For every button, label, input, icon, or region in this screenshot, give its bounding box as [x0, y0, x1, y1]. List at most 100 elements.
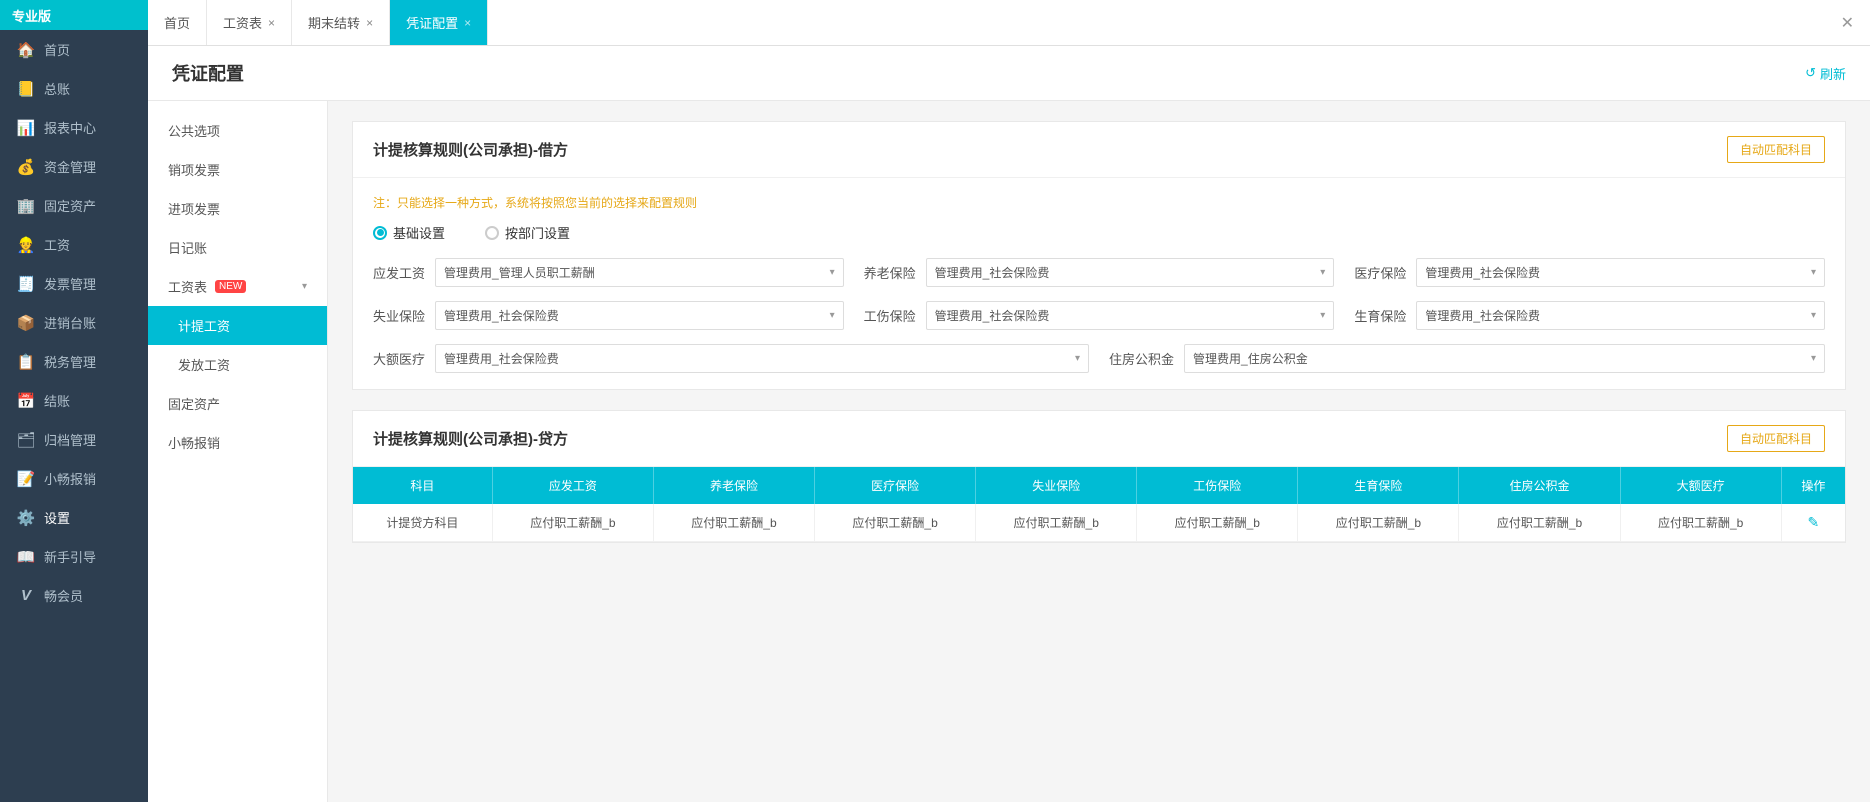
col-subject: 科目 — [353, 467, 492, 504]
left-nav: 公共选项 销项发票 进项发票 日记账 工资表 NEW ▾ 计提工资 — [148, 101, 328, 802]
cell-pension: 应付职工薪酬_b — [653, 504, 814, 542]
cell-medical: 应付职工薪酬_b — [815, 504, 976, 542]
field-unemployment-label: 失业保险 — [373, 306, 425, 325]
field-housing-value: 管理费用_住房公积金 — [1193, 350, 1308, 367]
cell-unemployment: 应付职工薪酬_b — [976, 504, 1137, 542]
vip-icon: V — [16, 587, 36, 604]
field-injury-select[interactable]: 管理费用_社会保险费 ▾ — [926, 301, 1335, 330]
radio-group: 基础设置 按部门设置 — [373, 223, 1825, 242]
home-icon: 🏠 — [16, 41, 36, 59]
field-major-medical: 大额医疗 管理费用_社会保险费 ▾ — [373, 344, 1089, 373]
chevron-down-icon: ▾ — [302, 281, 307, 292]
field-medical: 医疗保险 管理费用_社会保险费 ▾ — [1354, 258, 1825, 287]
sidebar-item-vip[interactable]: V 畅会员 — [0, 576, 148, 615]
sidebar-item-label: 归档管理 — [44, 430, 96, 449]
tab-voucher-config[interactable]: 凭证配置 × — [390, 0, 488, 45]
sidebar-item-xiaochang[interactable]: 📝 小畅报销 — [0, 459, 148, 498]
tax-icon: 📋 — [16, 353, 36, 371]
sidebar-item-assets[interactable]: 🏢 固定资产 — [0, 186, 148, 225]
field-housing: 住房公积金 管理费用_住房公积金 ▾ — [1109, 344, 1825, 373]
sidebar-item-funds[interactable]: 💰 资金管理 — [0, 147, 148, 186]
section-credit: 计提核算规则(公司承担)-贷方 自动匹配科目 科目 应发工资 养老保险 医疗保险… — [352, 410, 1846, 543]
cell-injury: 应付职工薪酬_b — [1137, 504, 1298, 542]
sidebar-item-reports[interactable]: 📊 报表中心 — [0, 108, 148, 147]
col-actions: 操作 — [1781, 467, 1845, 504]
edit-button[interactable]: ✎ — [1807, 514, 1819, 530]
tab-salary-table-close[interactable]: × — [268, 16, 275, 30]
col-maternity: 生育保险 — [1298, 467, 1459, 504]
field-pension-select[interactable]: 管理费用_社会保险费 ▾ — [926, 258, 1335, 287]
refresh-button[interactable]: ↺ 刷新 — [1805, 64, 1846, 83]
tab-voucher-config-close[interactable]: × — [464, 16, 471, 30]
left-nav-xiaochang-report[interactable]: 小畅报销 — [148, 423, 327, 462]
field-medical-value: 管理费用_社会保险费 — [1425, 264, 1540, 281]
sidebar-item-label: 畅会员 — [44, 586, 83, 605]
reports-icon: 📊 — [16, 119, 36, 137]
field-housing-select[interactable]: 管理费用_住房公积金 ▾ — [1184, 344, 1825, 373]
refresh-label: 刷新 — [1820, 64, 1846, 83]
sidebar-item-label: 总账 — [44, 79, 70, 98]
field-maternity-select[interactable]: 管理费用_社会保险费 ▾ — [1416, 301, 1825, 330]
field-salary-select[interactable]: 管理费用_管理人员职工薪酬 ▾ — [435, 258, 844, 287]
sidebar-item-invoice[interactable]: 🧾 发票管理 — [0, 264, 148, 303]
left-nav-journal[interactable]: 日记账 — [148, 228, 327, 267]
tab-period-close[interactable]: 期末结转 × — [292, 0, 390, 45]
left-nav-salary-table[interactable]: 工资表 NEW ▾ — [148, 267, 327, 306]
sidebar-item-tax[interactable]: 📋 税务管理 — [0, 342, 148, 381]
field-unemployment-select[interactable]: 管理费用_社会保险费 ▾ — [435, 301, 844, 330]
sidebar-item-purchases[interactable]: 📦 进销台账 — [0, 303, 148, 342]
field-major-medical-select[interactable]: 管理费用_社会保险费 ▾ — [435, 344, 1089, 373]
sidebar-item-label: 发票管理 — [44, 274, 96, 293]
radio-dept[interactable]: 按部门设置 — [485, 223, 570, 242]
left-nav-calc-salary[interactable]: 计提工资 — [148, 306, 327, 345]
sidebar-item-archive[interactable]: 🗂 归档管理 — [0, 420, 148, 459]
sidebar-item-label: 报表中心 — [44, 118, 96, 137]
sidebar-item-label: 设置 — [44, 508, 70, 527]
section-debit: 计提核算规则(公司承担)-借方 自动匹配科目 注：只能选择一种方式，系统将按照您… — [352, 121, 1846, 390]
notice-text: 注：只能选择一种方式，系统将按照您当前的选择来配置规则 — [373, 194, 1825, 211]
tab-bar-close-btn[interactable]: ✕ — [1825, 13, 1870, 33]
left-nav-input-invoice[interactable]: 进项发票 — [148, 189, 327, 228]
field-pension: 养老保险 管理费用_社会保险费 ▾ — [864, 258, 1335, 287]
left-nav-pay-salary-label: 发放工资 — [178, 358, 230, 373]
cell-salary: 应付职工薪酬_b — [492, 504, 653, 542]
section-debit-header: 计提核算规则(公司承担)-借方 自动匹配科目 — [353, 122, 1845, 178]
radio-dept-circle — [485, 226, 499, 240]
settings-icon: ⚙️ — [16, 509, 36, 527]
left-nav-xiaochang-label: 小畅报销 — [168, 433, 220, 452]
field-salary-value: 管理费用_管理人员职工薪酬 — [444, 264, 595, 281]
tab-period-close-close[interactable]: × — [366, 16, 373, 30]
chevron-down-icon: ▾ — [830, 310, 835, 321]
sidebar-item-label: 进销台账 — [44, 313, 96, 332]
sidebar-item-guide[interactable]: 📖 新手引导 — [0, 537, 148, 576]
left-nav-cancel-invoice[interactable]: 销项发票 — [148, 150, 327, 189]
sidebar-item-settings[interactable]: ⚙️ 设置 — [0, 498, 148, 537]
tab-voucher-config-label: 凭证配置 — [406, 13, 458, 32]
radio-dept-label: 按部门设置 — [505, 223, 570, 242]
tab-home[interactable]: 首页 — [148, 0, 207, 45]
auto-match-credit-button[interactable]: 自动匹配科目 — [1727, 425, 1825, 452]
radio-basic-circle — [373, 226, 387, 240]
sidebar-item-label: 首页 — [44, 40, 70, 59]
main-area: 首页 工资表 × 期末结转 × 凭证配置 × ✕ 凭证配置 ↺ 刷新 公共选项 — [148, 0, 1870, 802]
chevron-down-icon: ▾ — [830, 267, 835, 278]
auto-match-debit-button[interactable]: 自动匹配科目 — [1727, 136, 1825, 163]
sidebar-item-ledger[interactable]: 📒 总账 — [0, 69, 148, 108]
left-nav-public[interactable]: 公共选项 — [148, 111, 327, 150]
sidebar-item-label: 固定资产 — [44, 196, 96, 215]
sidebar-item-salary[interactable]: 👷 工资 — [0, 225, 148, 264]
invoice-icon: 🧾 — [16, 275, 36, 293]
left-nav-pay-salary[interactable]: 发放工资 — [148, 345, 327, 384]
tab-salary-table[interactable]: 工资表 × — [207, 0, 292, 45]
sidebar-item-label: 结账 — [44, 391, 70, 410]
ledger-icon: 📒 — [16, 80, 36, 98]
xiaochang-icon: 📝 — [16, 470, 36, 488]
sidebar-item-home[interactable]: 🏠 首页 — [0, 30, 148, 69]
sidebar-item-close[interactable]: 📅 结账 — [0, 381, 148, 420]
chevron-down-icon: ▾ — [1811, 267, 1816, 278]
tab-bar: 首页 工资表 × 期末结转 × 凭证配置 × ✕ — [148, 0, 1870, 46]
radio-basic[interactable]: 基础设置 — [373, 223, 445, 242]
left-nav-fixed-assets[interactable]: 固定资产 — [148, 384, 327, 423]
field-medical-select[interactable]: 管理费用_社会保险费 ▾ — [1416, 258, 1825, 287]
field-maternity-value: 管理费用_社会保险费 — [1425, 307, 1540, 324]
